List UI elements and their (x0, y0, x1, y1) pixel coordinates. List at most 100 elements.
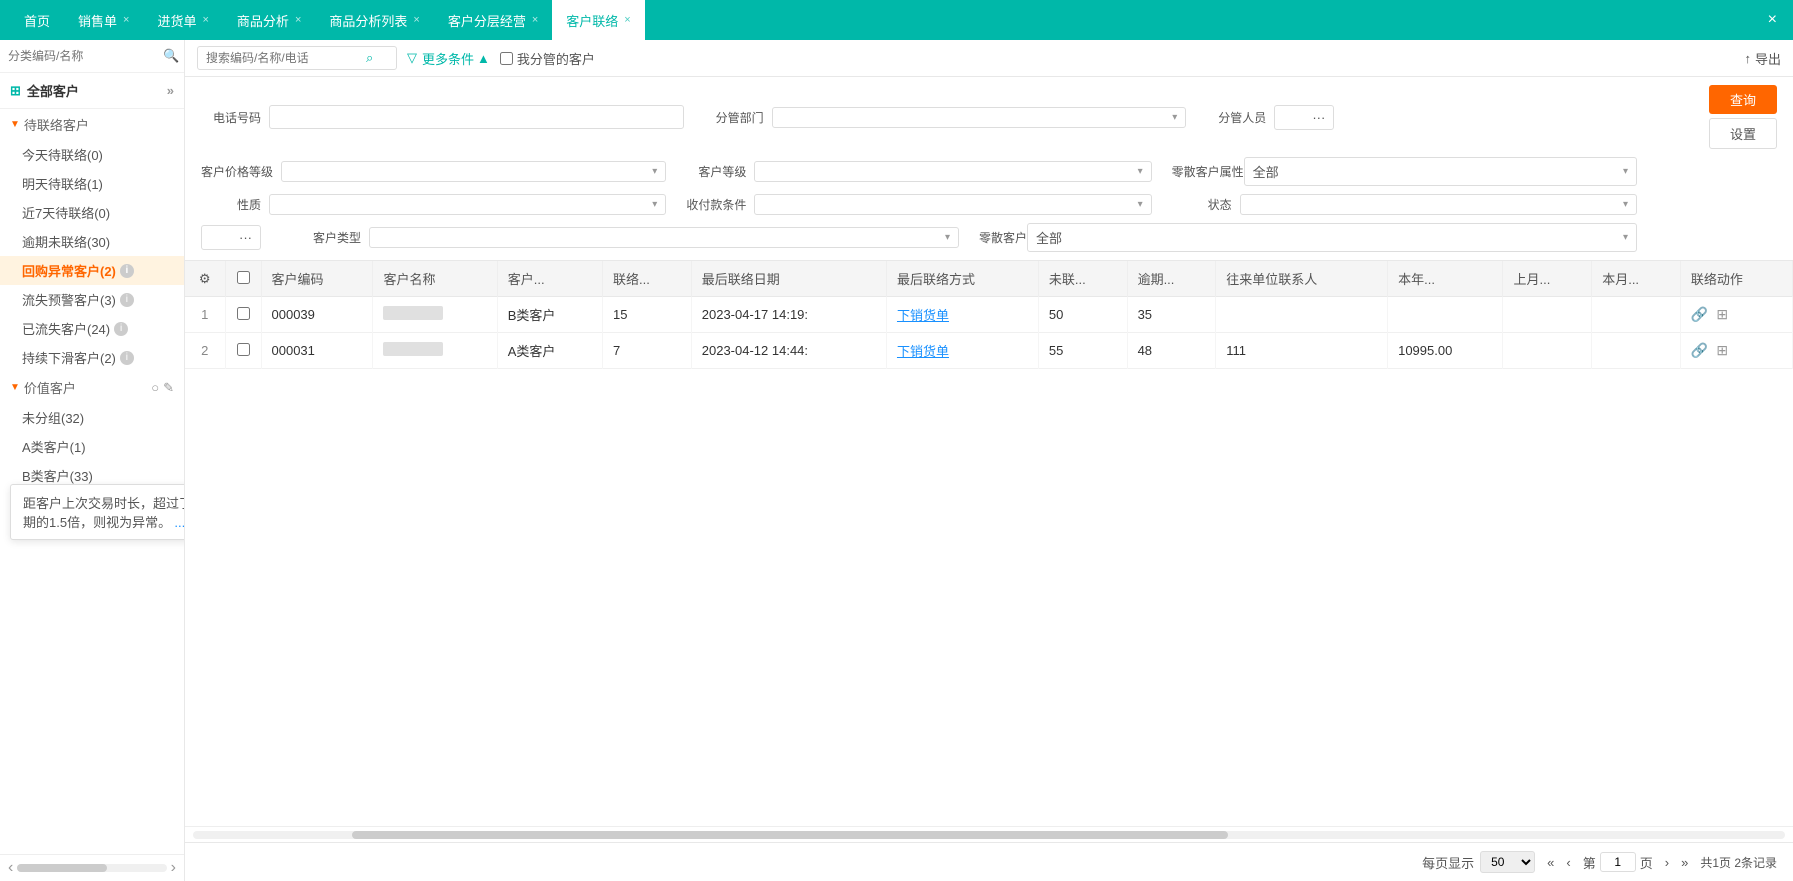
row-checkbox (225, 333, 261, 369)
nav-close-button[interactable]: × (1768, 11, 1777, 29)
col-this-year[interactable]: 本年... (1388, 261, 1503, 297)
nav-item-purchase[interactable]: 进货单 × (143, 0, 222, 40)
row-last-method[interactable]: 下销货单 (886, 297, 1038, 333)
col-contact-count[interactable]: 联络... (603, 261, 692, 297)
close-icon[interactable]: × (202, 14, 208, 26)
search-icon[interactable]: ⌕ (366, 50, 373, 66)
row-check-2[interactable] (237, 343, 250, 356)
sidebar-left-arrow[interactable]: ‹ (8, 859, 13, 877)
info-icon[interactable]: i (120, 264, 134, 278)
close-icon[interactable]: × (624, 14, 630, 26)
customer-level-select[interactable]: ▾ (754, 161, 1151, 182)
nature-select[interactable]: ▾ (269, 194, 666, 215)
sidebar-section-value[interactable]: ▼ 价值客户 ○ ✎ (0, 372, 184, 403)
my-customers-check[interactable] (500, 52, 513, 65)
close-icon[interactable]: × (123, 14, 129, 26)
close-icon[interactable]: × (295, 14, 301, 26)
sidebar-item-repurchase-abnormal[interactable]: 回购异常客户(2) i (0, 256, 184, 285)
nav-item-customer-contact[interactable]: 客户联络 × (552, 0, 644, 40)
edit-icon[interactable]: ○ (151, 380, 159, 396)
action-link-icon[interactable]: 🔗 (1691, 306, 1708, 323)
nav-item-analysis-list[interactable]: 商品分析列表 × (315, 0, 433, 40)
nav-item-home[interactable]: 首页 (10, 0, 64, 40)
department-select[interactable]: ▾ (772, 107, 1187, 128)
status-select[interactable]: ▾ (1240, 194, 1637, 215)
col-code[interactable]: 客户编码 (261, 261, 373, 297)
my-customers-checkbox[interactable]: 我分管的客户 (500, 49, 595, 68)
payment-select[interactable]: ▾ (754, 194, 1151, 215)
sidebar-item-churned[interactable]: 已流失客户(24) i (0, 314, 184, 343)
sidebar-item-tomorrow[interactable]: 明天待联络(1) (0, 169, 184, 198)
sidebar-section-pending[interactable]: ▼ 待联络客户 (0, 109, 184, 140)
filter-department: 分管部门 ▾ (704, 107, 1187, 128)
col-overdue[interactable]: 逾期... (1127, 261, 1216, 297)
col-type[interactable]: 客户... (497, 261, 602, 297)
sidebar-search-icon[interactable]: 🔍 (163, 48, 179, 64)
filter-nature: 性质 ▾ (201, 194, 666, 215)
content-area: ⌕ ▽ 更多条件 ▲ 我分管的客户 ↑ 导出 电话号码 (185, 40, 1793, 881)
nav-item-analysis[interactable]: 商品分析 × (223, 0, 315, 40)
select-all-checkbox[interactable] (237, 271, 250, 284)
last-page-button[interactable]: » (1677, 853, 1692, 872)
action-grid-icon-2[interactable]: ⊞ (1716, 342, 1728, 359)
col-checkbox (225, 261, 261, 297)
phone-input[interactable] (269, 105, 684, 129)
settings-button[interactable]: 设置 (1709, 118, 1777, 149)
col-last-date[interactable]: 最后联络日期 (691, 261, 886, 297)
sidebar-search-input[interactable] (8, 49, 163, 63)
col-settings[interactable]: ⚙ (185, 261, 225, 297)
sidebar-item-declining[interactable]: 持续下滑客户(2) i (0, 343, 184, 372)
sidebar-item-class-a[interactable]: A类客户(1) (0, 432, 184, 461)
scroll-thumb[interactable] (352, 831, 1228, 839)
sidebar-item-churn-warning[interactable]: 流失预警客户(3) i (0, 285, 184, 314)
first-page-button[interactable]: « (1543, 853, 1558, 872)
manager-ellipsis[interactable]: ··· (1274, 105, 1334, 130)
horizontal-scrollbar[interactable] (185, 826, 1793, 842)
close-icon[interactable]: × (532, 14, 538, 26)
prev-page-button[interactable]: ‹ (1562, 853, 1574, 872)
col-not-contacted[interactable]: 未联... (1038, 261, 1127, 297)
col-action: 联络动作 (1680, 261, 1792, 297)
settings-icon-2[interactable]: ✎ (163, 380, 174, 396)
retail-customer-select[interactable]: 全部 ▾ (1027, 223, 1637, 252)
customer-type-select[interactable]: ▾ (369, 227, 959, 248)
ellipsis-left[interactable]: ··· (201, 225, 261, 250)
row-last-method[interactable]: 下销货单 (886, 333, 1038, 369)
price-level-select[interactable]: ▾ (281, 161, 666, 182)
retail-attr-select[interactable]: 全部 ▾ (1244, 157, 1637, 186)
info-icon-4[interactable]: i (120, 351, 134, 365)
scroll-track[interactable] (193, 831, 1785, 839)
close-icon[interactable]: × (413, 14, 419, 26)
tooltip-more-link[interactable]: ... (174, 515, 185, 530)
col-name[interactable]: 客户名称 (373, 261, 497, 297)
col-this-month[interactable]: 本月... (1592, 261, 1681, 297)
table-row: 2 000031 A类客户 7 2023-04-12 14:44: 下销货单 5… (185, 333, 1793, 369)
arrow-down-icon: ▼ (10, 119, 20, 130)
info-icon-2[interactable]: i (120, 293, 134, 307)
sidebar-item-ungrouped[interactable]: 未分组(32) (0, 403, 184, 432)
export-button[interactable]: ↑ 导出 (1744, 49, 1781, 68)
nav-item-customer-ops[interactable]: 客户分层经营 × (434, 0, 552, 40)
row-check-1[interactable] (237, 307, 250, 320)
sidebar-right-arrow[interactable]: › (171, 859, 176, 877)
sidebar-item-overdue[interactable]: 逾期未联络(30) (0, 227, 184, 256)
filter-price-level: 客户价格等级 ▾ (201, 161, 666, 182)
row-not-contacted: 50 (1038, 297, 1127, 333)
action-grid-icon[interactable]: ⊞ (1716, 306, 1728, 323)
col-contacts[interactable]: 往来单位联系人 (1216, 261, 1388, 297)
data-table: ⚙ 客户编码 客户名称 客户... 联络... 最后联络日期 最后联络方式 未联… (185, 261, 1793, 369)
col-last-month[interactable]: 上月... (1503, 261, 1592, 297)
col-last-method[interactable]: 最后联络方式 (886, 261, 1038, 297)
sidebar-item-7days[interactable]: 近7天待联络(0) (0, 198, 184, 227)
more-conditions-button[interactable]: ▽ 更多条件 ▲ (407, 49, 490, 68)
nav-item-sales[interactable]: 销售单 × (64, 0, 143, 40)
per-page-select[interactable]: 50 20 100 (1480, 851, 1535, 873)
next-page-button[interactable]: › (1661, 853, 1673, 872)
collapse-icon[interactable]: » (167, 83, 174, 98)
query-button[interactable]: 查询 (1709, 85, 1777, 114)
page-number-input[interactable] (1600, 852, 1636, 872)
action-link-icon-2[interactable]: 🔗 (1691, 342, 1708, 359)
sidebar-item-today[interactable]: 今天待联络(0) (0, 140, 184, 169)
info-icon-3[interactable]: i (114, 322, 128, 336)
search-input[interactable] (206, 51, 366, 65)
